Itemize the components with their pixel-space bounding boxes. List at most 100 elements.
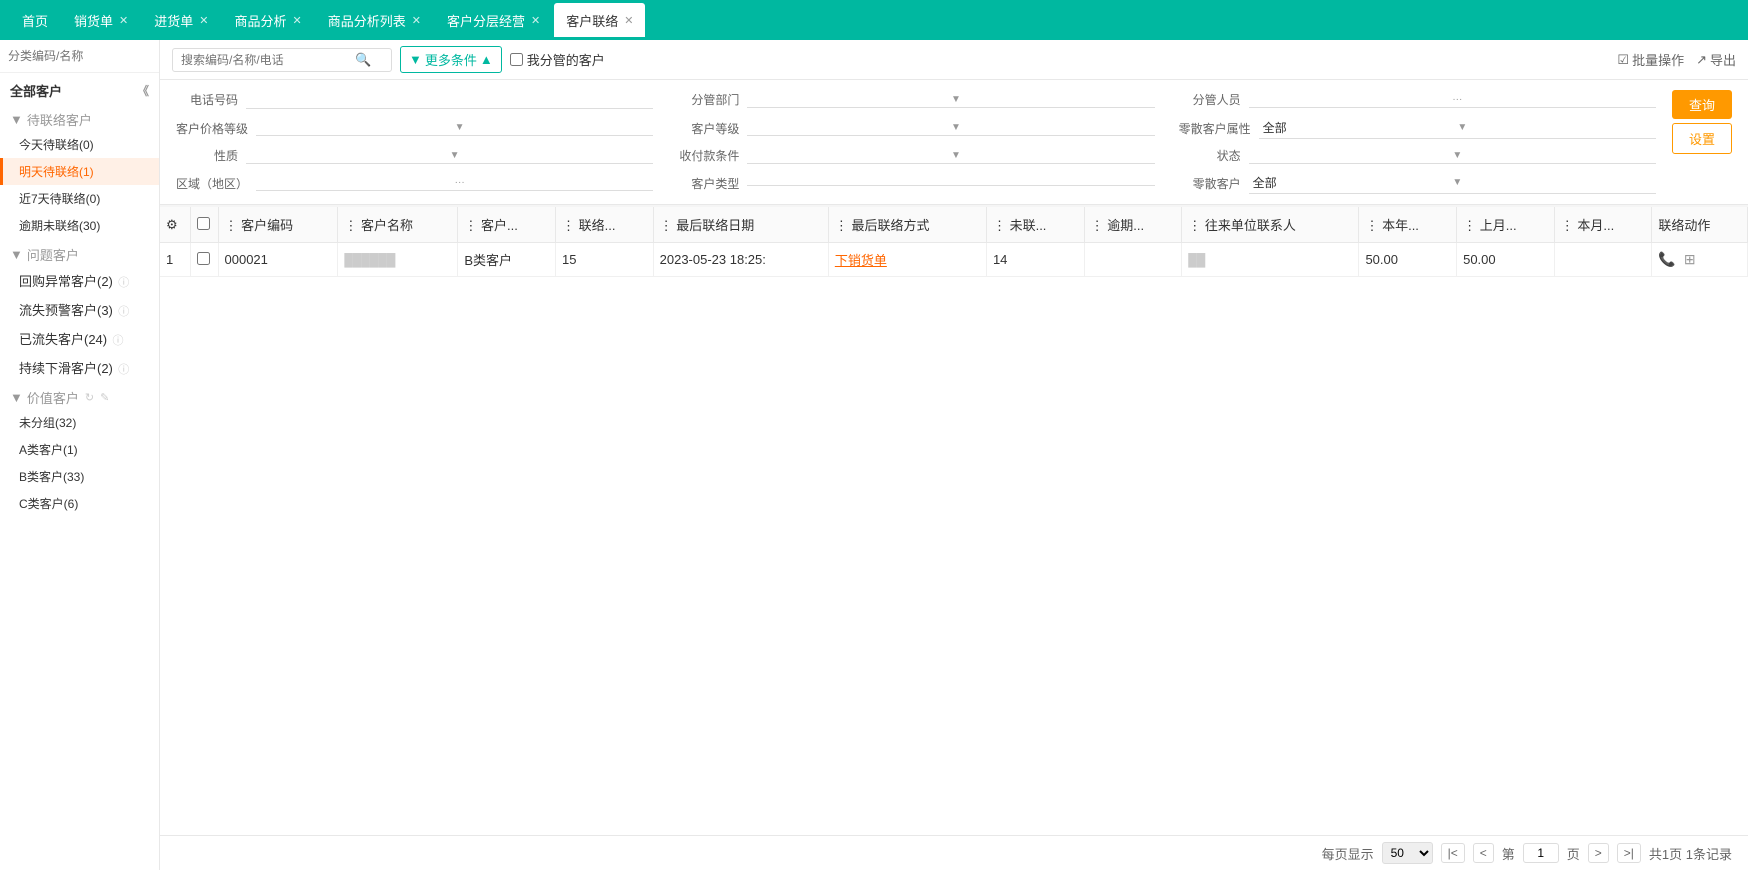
filter-icon: ▼ (409, 52, 422, 67)
nav-item-purchase[interactable]: 进货单 ✕ (142, 3, 220, 37)
td-index: 1 (160, 243, 190, 277)
contact-method-link[interactable]: 下销货单 (835, 253, 887, 268)
status-select[interactable]: ▼ (1249, 148, 1656, 164)
query-button[interactable]: 查询 (1672, 90, 1732, 119)
price-level-label: 客户价格等级 (176, 120, 256, 137)
last-page-button[interactable]: >| (1617, 843, 1641, 863)
close-product-analysis-list-icon[interactable]: ✕ (412, 14, 421, 27)
phone-action-icon[interactable]: 📞 (1658, 251, 1675, 268)
sidebar-item-week-contact[interactable]: 近7天待联络(0) (0, 185, 159, 212)
close-customer-contact-icon[interactable]: ✕ (624, 14, 633, 27)
main-layout: 🔍 全部客户 《 ▼ 待联络客户 今天待联络(0) 明天待联络(1) 近7天待联… (0, 40, 1748, 870)
group-label-value: ▼ 价值客户 ↻ ✎ (0, 382, 159, 409)
customer-level-select[interactable]: ▼ (747, 120, 1154, 136)
group-label-problem: ▼ 问题客户 (0, 239, 159, 266)
retail-customer-select[interactable]: 全部 ▼ (1249, 172, 1656, 194)
footer: 每页显示 50 100 200 |< < 第 页 > >| 共1页 1条记录 (160, 835, 1748, 870)
sidebar-item-tomorrow-contact[interactable]: 明天待联络(1) (0, 158, 159, 185)
sidebar-item-churned[interactable]: 已流失客户(24) ⓘ (0, 324, 159, 353)
my-customers-checkbox[interactable] (510, 53, 523, 66)
th-current-year: ⋮ 本年... (1359, 207, 1457, 243)
sidebar-item-class-c[interactable]: C类客户(6) (0, 490, 159, 517)
payment-label: 收付款条件 (677, 147, 747, 164)
status-label: 状态 (1179, 147, 1249, 164)
gender-select[interactable]: ▼ (246, 148, 653, 164)
export-button[interactable]: ↗ 导出 (1696, 50, 1736, 69)
filter-rows: 电话号码 分管部门 ▼ 分管人员 (176, 90, 1732, 194)
prev-page-button[interactable]: < (1473, 843, 1494, 863)
filter-actions: 查询 设置 (1656, 90, 1732, 154)
sidebar: 🔍 全部客户 《 ▼ 待联络客户 今天待联络(0) 明天待联络(1) 近7天待联… (0, 40, 160, 870)
dept-select[interactable]: ▼ (747, 92, 1154, 108)
edit-icon-value[interactable]: ✎ (100, 391, 109, 404)
more-filter-button[interactable]: ▼ 更多条件 ▲ (400, 46, 502, 73)
close-sales-icon[interactable]: ✕ (119, 14, 128, 27)
td-checkbox (190, 243, 218, 277)
main-search-box[interactable]: 🔍 (172, 48, 392, 72)
phone-input[interactable] (246, 90, 653, 109)
phone-label: 电话号码 (176, 91, 246, 108)
row-checkbox[interactable] (197, 252, 210, 265)
person-select[interactable]: ··· (1249, 92, 1656, 108)
info-icon-abnormal: ⓘ (118, 277, 129, 289)
setting-button[interactable]: 设置 (1672, 123, 1732, 154)
sidebar-item-class-b[interactable]: B类客户(33) (0, 463, 159, 490)
page-input[interactable] (1523, 843, 1559, 863)
batch-button[interactable]: ☑ 批量操作 (1617, 50, 1684, 69)
sidebar-item-overdue-contact[interactable]: 逾期未联络(30) (0, 212, 159, 239)
collapse-icon[interactable]: 《 (137, 82, 149, 99)
close-purchase-icon[interactable]: ✕ (199, 14, 208, 27)
next-page-button[interactable]: > (1588, 843, 1609, 863)
th-contact-person: ⋮ 往来单位联系人 (1182, 207, 1359, 243)
sidebar-search-box[interactable]: 🔍 (0, 40, 159, 73)
settings-icon[interactable]: ⚙ (166, 217, 178, 232)
filter-gender: 性质 ▼ (176, 147, 653, 164)
chevron-up-icon: ▲ (480, 52, 493, 67)
select-all-checkbox[interactable] (197, 217, 210, 230)
payment-select[interactable]: ▼ (747, 148, 1154, 164)
price-level-select[interactable]: ▼ (256, 120, 653, 136)
retail-customer-label: 零散客户 (1179, 175, 1249, 192)
main-search-input[interactable] (181, 53, 351, 67)
my-customers-checkbox-wrap[interactable]: 我分管的客户 (510, 50, 605, 69)
td-code: 000021 (218, 243, 338, 277)
th-settings: ⚙ (160, 207, 190, 243)
page-suffix: 页 (1567, 844, 1580, 863)
td-overdue (1084, 243, 1182, 277)
td-current-month (1554, 243, 1652, 277)
sidebar-item-today-contact[interactable]: 今天待联络(0) (0, 131, 159, 158)
sidebar-item-class-a[interactable]: A类客户(1) (0, 436, 159, 463)
sidebar-item-churn-warning[interactable]: 流失预警客户(3) ⓘ (0, 295, 159, 324)
person-arrow-icon: ··· (1452, 94, 1652, 105)
sidebar-item-ungrouped[interactable]: 未分组(32) (0, 409, 159, 436)
th-checkbox (190, 207, 218, 243)
filter-region: 区域（地区） ··· (176, 175, 653, 192)
total-label: 共1页 1条记录 (1649, 844, 1732, 863)
person-label: 分管人员 (1179, 91, 1249, 108)
first-page-button[interactable]: |< (1441, 843, 1465, 863)
sidebar-search-input[interactable] (8, 49, 160, 63)
region-select[interactable]: ··· (256, 175, 653, 191)
nav-item-product-analysis[interactable]: 商品分析 ✕ (222, 3, 313, 37)
th-code: ⋮ 客户编码 (218, 207, 338, 243)
sidebar-item-abnormal[interactable]: 回购异常客户(2) ⓘ (0, 266, 159, 295)
main-search-icon[interactable]: 🔍 (355, 52, 371, 68)
th-type: ⋮ 客户... (458, 207, 556, 243)
nav-item-customer-tier[interactable]: 客户分层经营 ✕ (435, 3, 552, 37)
nav-item-customer-contact[interactable]: 客户联络 ✕ (554, 3, 645, 37)
sidebar-item-declining[interactable]: 持续下滑客户(2) ⓘ (0, 353, 159, 382)
close-customer-tier-icon[interactable]: ✕ (531, 14, 540, 27)
per-page-select[interactable]: 50 100 200 (1382, 842, 1433, 864)
nav-item-sales[interactable]: 销货单 ✕ (62, 3, 140, 37)
filter-phone: 电话号码 (176, 90, 653, 109)
close-product-analysis-icon[interactable]: ✕ (293, 14, 302, 27)
td-last-month: 50.00 (1457, 243, 1555, 277)
customer-type-select[interactable] (747, 181, 1154, 186)
nav-item-product-analysis-list[interactable]: 商品分析列表 ✕ (316, 3, 433, 37)
retail-attr-select[interactable]: 全部 ▼ (1259, 117, 1656, 139)
table-row: 1 000021 ██████ B类客户 15 2023-05-23 18:25… (160, 243, 1748, 277)
status-arrow-icon: ▼ (1452, 150, 1652, 161)
nav-item-home[interactable]: 首页 (10, 3, 60, 37)
refresh-icon-value[interactable]: ↻ (85, 391, 94, 404)
grid-action-icon[interactable]: ⊞ (1684, 251, 1696, 268)
